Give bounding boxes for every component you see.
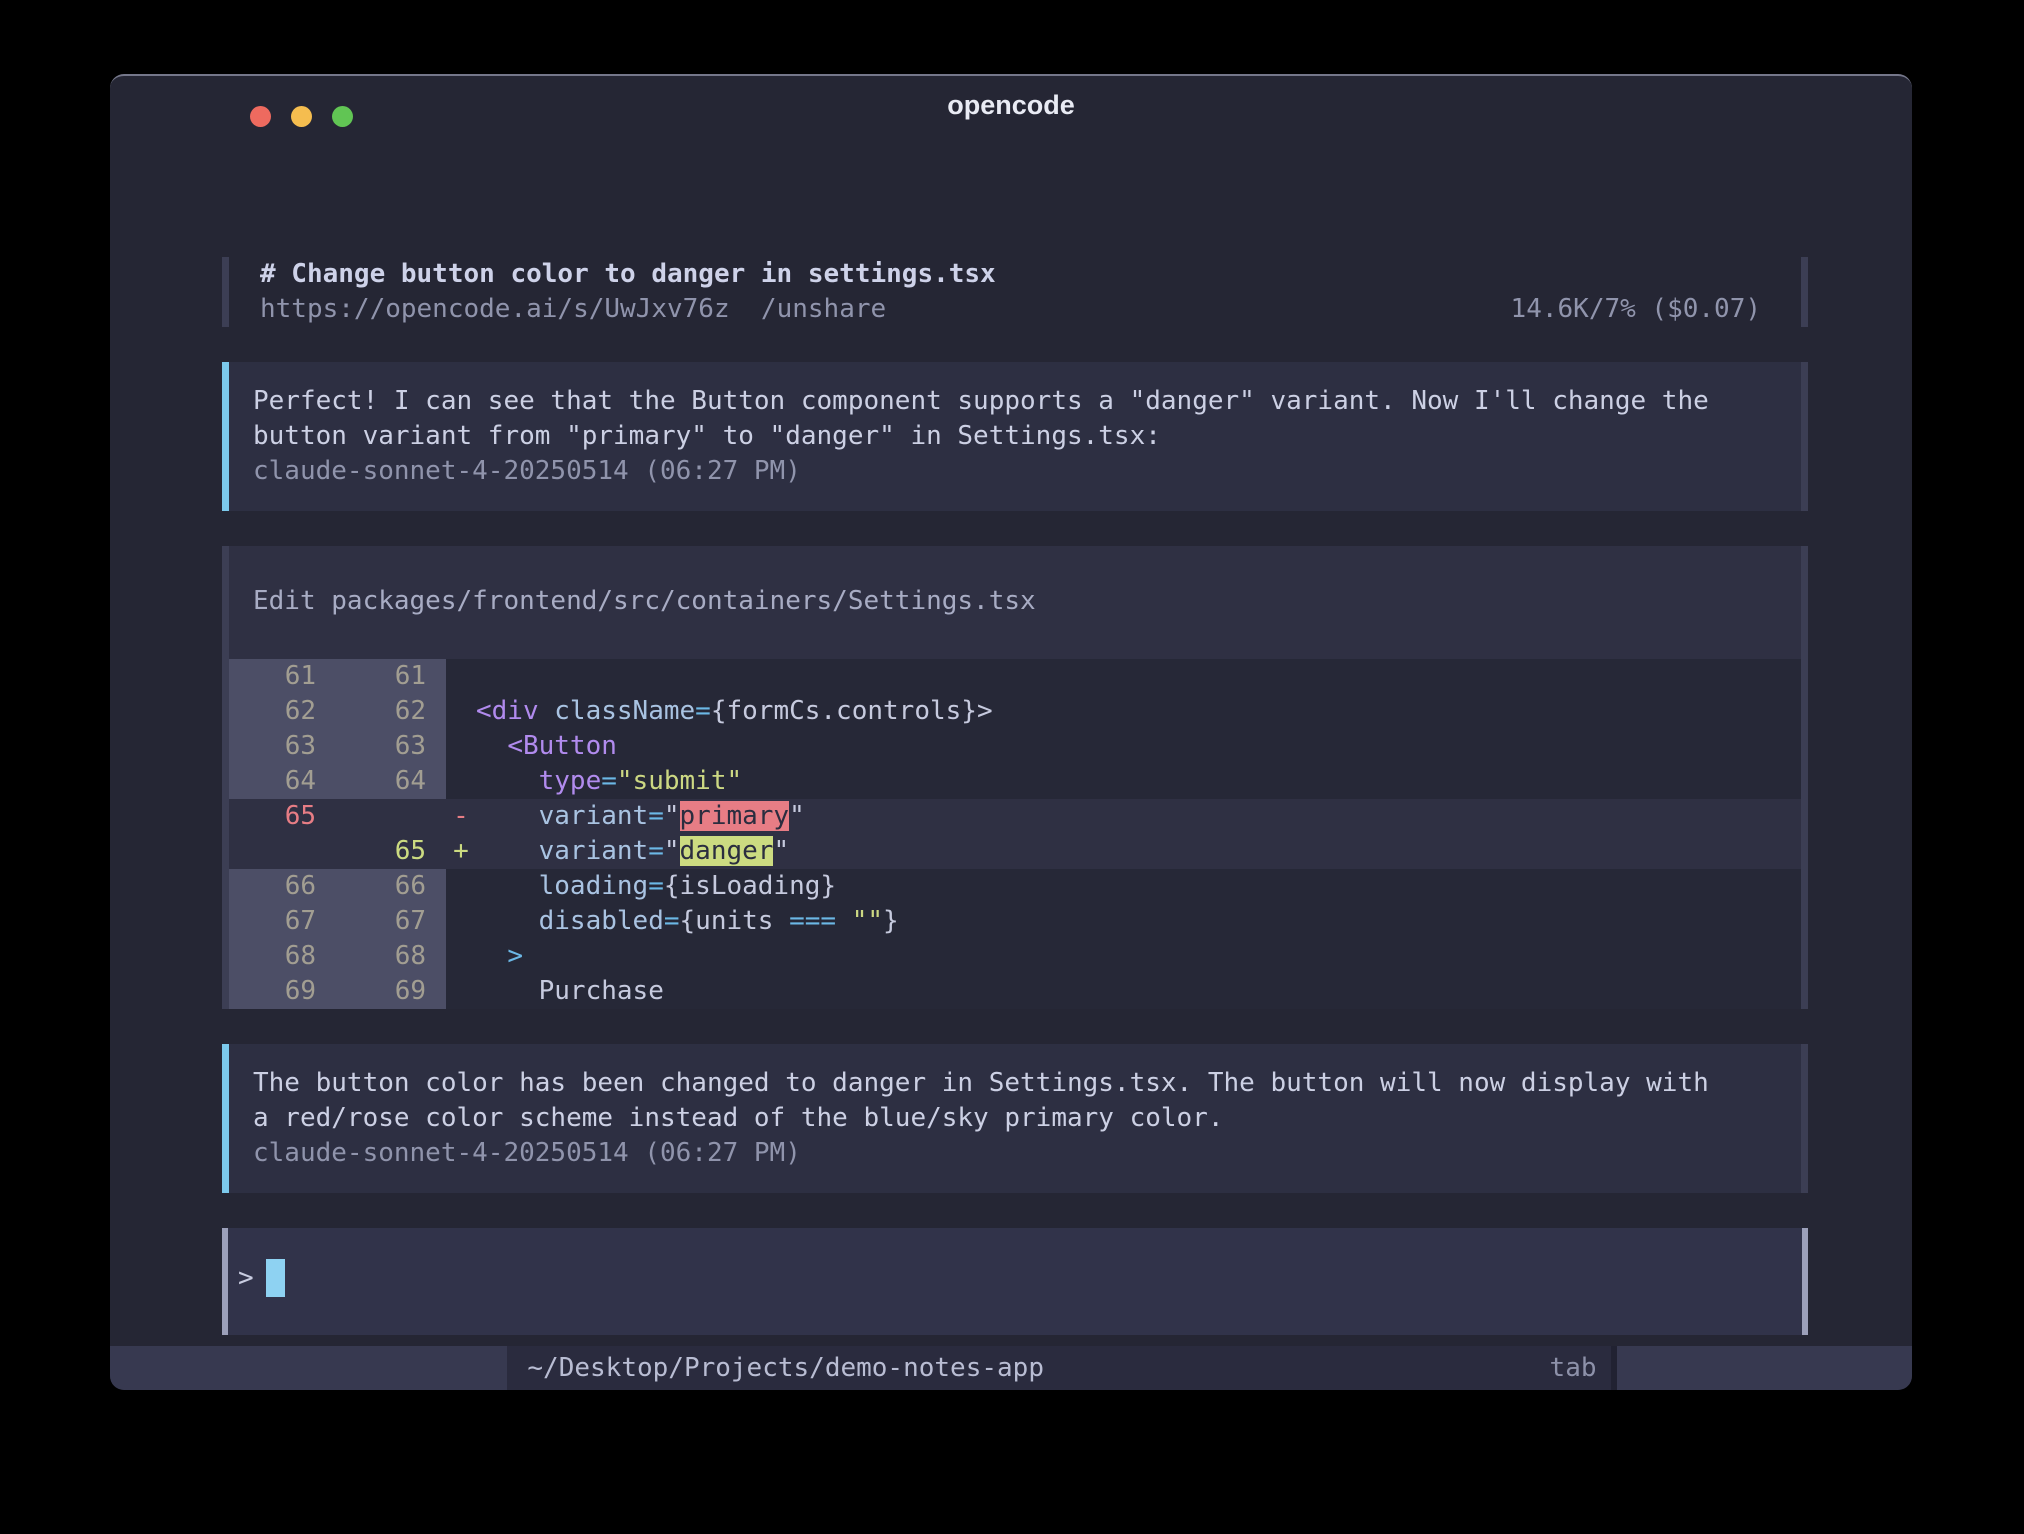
diff-row: 6969 Purchase bbox=[222, 974, 1808, 1009]
diff-code-rows: 61616262<div className={formCs.controls}… bbox=[222, 659, 1808, 1009]
message-model-meta: claude-sonnet-4-20250514 (06:27 PM) bbox=[253, 454, 1768, 489]
opencode-window: opencode # Change button color to danger… bbox=[110, 74, 1912, 1390]
tab-key-hint[interactable]: tab bbox=[1550, 1346, 1611, 1390]
message-text-line: a red/rose color scheme instead of the b… bbox=[253, 1101, 1768, 1136]
diff-row: 65+ variant="danger" bbox=[222, 834, 1808, 869]
prompt-char: > bbox=[238, 1263, 254, 1293]
share-header: # Change button color to danger in setti… bbox=[222, 257, 1808, 327]
status-bar: opencode v0.3.11 ~/Desktop/Projects/demo… bbox=[110, 1346, 1912, 1390]
diff-right-border bbox=[1801, 546, 1808, 1009]
token-usage: 14.6K/7% ($0.07) bbox=[1511, 292, 1761, 327]
statusbar-divider bbox=[1611, 1346, 1617, 1390]
diff-file-header: Edit packages/frontend/src/containers/Se… bbox=[222, 546, 1808, 659]
text-cursor bbox=[266, 1259, 285, 1297]
tui-content: # Change button color to danger in setti… bbox=[222, 257, 1808, 1378]
edit-diff-panel: Edit packages/frontend/src/containers/Se… bbox=[222, 546, 1808, 1009]
input-right-border bbox=[1802, 1228, 1808, 1335]
message-text-line: button variant from "primary" to "danger… bbox=[253, 419, 1768, 454]
share-subline: https://opencode.ai/s/UwJxv76z /unshare … bbox=[260, 292, 1761, 327]
input-left-border bbox=[222, 1228, 228, 1335]
mode-indicator[interactable]: BUILD MODE bbox=[1617, 1346, 1912, 1390]
titlebar: opencode bbox=[110, 76, 1912, 140]
diff-row: 6363 <Button bbox=[222, 729, 1808, 764]
diff-row: 65- variant="primary" bbox=[222, 799, 1808, 834]
share-spacer bbox=[886, 292, 1510, 327]
share-header-right-border bbox=[1801, 257, 1808, 327]
share-gap bbox=[730, 292, 761, 327]
message-text-line: The button color has been changed to dan… bbox=[253, 1066, 1768, 1101]
message-accent-bar bbox=[222, 1044, 229, 1193]
working-directory: ~/Desktop/Projects/demo-notes-app bbox=[507, 1346, 1044, 1390]
message-right-border bbox=[1801, 362, 1808, 511]
diff-left-border bbox=[222, 546, 229, 1009]
assistant-message-2: The button color has been changed to dan… bbox=[222, 1044, 1808, 1193]
message-model-meta: claude-sonnet-4-20250514 (06:27 PM) bbox=[253, 1136, 1768, 1171]
app-version-chip: opencode v0.3.11 bbox=[110, 1346, 507, 1390]
message-text-line: Perfect! I can see that the Button compo… bbox=[253, 384, 1768, 419]
share-header-left-border bbox=[222, 257, 229, 327]
diff-row: 6161 bbox=[222, 659, 1808, 694]
diff-row: 6767 disabled={units === ""} bbox=[222, 904, 1808, 939]
unshare-command: /unshare bbox=[761, 292, 886, 327]
window-title: opencode bbox=[110, 90, 1912, 121]
assistant-message-1: Perfect! I can see that the Button compo… bbox=[222, 362, 1808, 511]
diff-row: 6666 loading={isLoading} bbox=[222, 869, 1808, 904]
message-right-border bbox=[1801, 1044, 1808, 1193]
prompt-input[interactable]: > bbox=[222, 1228, 1808, 1335]
message-accent-bar bbox=[222, 362, 229, 511]
diff-row: 6464 type="submit" bbox=[222, 764, 1808, 799]
diff-row: 6868 > bbox=[222, 939, 1808, 974]
share-url: https://opencode.ai/s/UwJxv76z bbox=[260, 292, 730, 327]
session-title: # Change button color to danger in setti… bbox=[260, 257, 1761, 292]
statusbar-spacer bbox=[1044, 1346, 1550, 1390]
prompt-line[interactable]: > bbox=[238, 1258, 1788, 1298]
diff-row: 6262<div className={formCs.controls}> bbox=[222, 694, 1808, 729]
